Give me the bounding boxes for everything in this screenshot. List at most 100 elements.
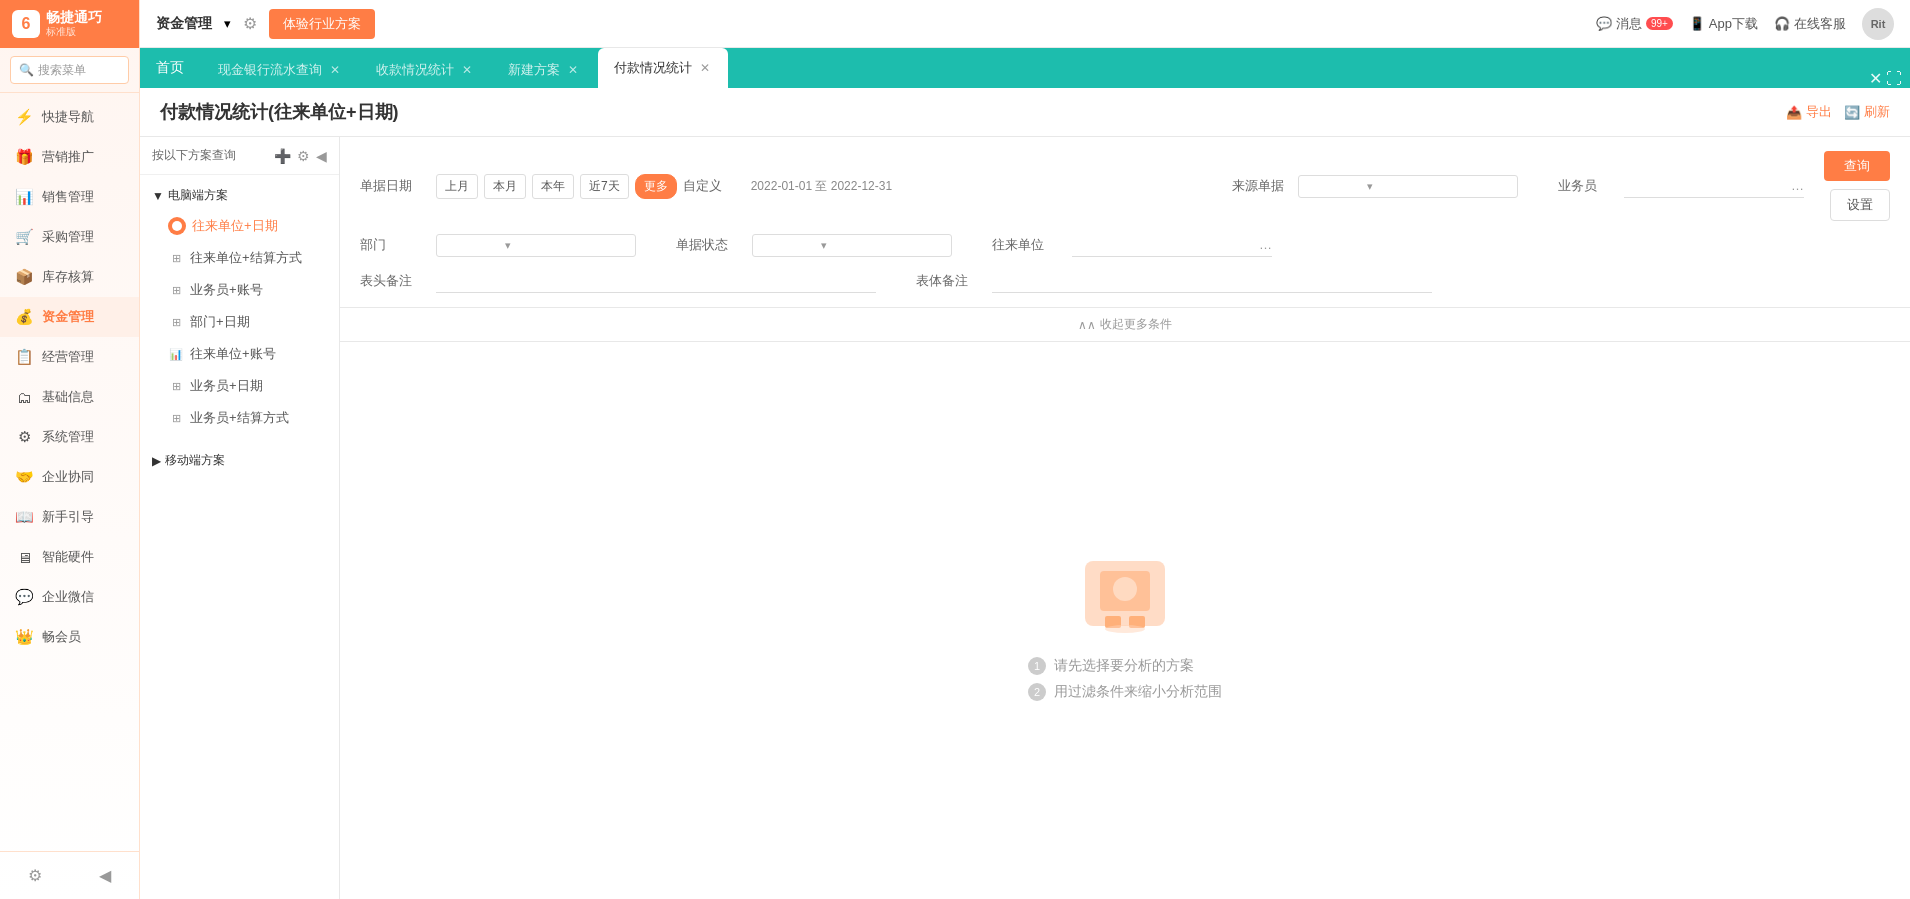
sidebar-collapse-btn[interactable]: ◀ (89, 860, 121, 891)
dept-select[interactable]: ▾ (436, 234, 636, 257)
tab-home[interactable]: 首页 (140, 48, 200, 88)
user-avatar[interactable]: Rit (1862, 8, 1894, 40)
svg-point-5 (1105, 625, 1145, 633)
sidebar-item-member[interactable]: 👑 畅会员 (0, 617, 139, 657)
plan-item-label: 业务员+结算方式 (190, 409, 289, 427)
sidebar-item-enterprise[interactable]: 🤝 企业协同 (0, 457, 139, 497)
message-action[interactable]: 💬 消息 99+ (1596, 15, 1673, 33)
sidebar-item-quick-nav[interactable]: ⚡ 快捷导航 (0, 97, 139, 137)
dept-label: 部门 (360, 236, 416, 254)
hint-text-1: 请先选择要分析的方案 (1054, 657, 1194, 675)
salesman-more-icon[interactable]: … (1791, 178, 1804, 193)
search-icon: 🔍 (19, 63, 34, 77)
refresh-icon: 🔄 (1844, 105, 1860, 120)
sidebar-item-label: 畅会员 (42, 628, 81, 646)
status-label: 单据状态 (676, 236, 732, 254)
logo-name: 畅捷通巧 (46, 9, 102, 26)
trial-btn[interactable]: 体验行业方案 (269, 9, 375, 39)
plan-item-salesman-settle[interactable]: ⊞ 业务员+结算方式 (140, 402, 339, 434)
mobile-group-title[interactable]: ▶ 移动端方案 (140, 446, 339, 475)
finance-icon: 💰 (14, 307, 34, 327)
sidebar-item-basics[interactable]: 🗂 基础信息 (0, 377, 139, 417)
body-note-input[interactable] (992, 269, 1432, 293)
counterpart-more-icon[interactable]: … (1259, 237, 1272, 252)
plan-item-counterpart-date[interactable]: 往来单位+日期 (140, 210, 339, 242)
plan-item-salesman-account[interactable]: ⊞ 业务员+账号 (140, 274, 339, 306)
date-btn-more[interactable]: 更多 (635, 174, 677, 199)
system-icon: ⚙ (14, 427, 34, 447)
mobile-group-arrow: ▶ (152, 454, 161, 468)
message-label: 消息 (1616, 15, 1642, 33)
left-panel-header: 按以下方案查询 ➕ ⚙ ◀ (140, 137, 339, 175)
tab-bank-flow-close[interactable]: ✕ (328, 63, 342, 77)
date-btn-last-month[interactable]: 上月 (436, 174, 478, 199)
topbar-settings-icon[interactable]: ⚙ (243, 14, 257, 33)
status-arrow-icon: ▾ (821, 239, 827, 252)
date-btn-this-year[interactable]: 本年 (532, 174, 574, 199)
tab-receipt-stats[interactable]: 收款情况统计 ✕ (360, 52, 490, 88)
salesman-label: 业务员 (1558, 177, 1614, 195)
left-panel: 按以下方案查询 ➕ ⚙ ◀ ▼ 电脑端方案 (140, 137, 340, 899)
message-badge: 99+ (1646, 17, 1673, 30)
content-area: 付款情况统计(往来单位+日期) 📤 导出 🔄 刷新 (140, 88, 1910, 899)
sidebar-item-operations[interactable]: 📋 经营管理 (0, 337, 139, 377)
sidebar-item-finance[interactable]: 💰 资金管理 (0, 297, 139, 337)
settings-button[interactable]: 设置 (1830, 189, 1890, 221)
page-header-actions: 📤 导出 🔄 刷新 (1786, 103, 1890, 121)
sidebar-item-guide[interactable]: 📖 新手引导 (0, 497, 139, 537)
topbar: 资金管理 ▾ ⚙ 体验行业方案 💬 消息 99+ 📱 App下载 🎧 (140, 0, 1910, 48)
weixin-icon: 💬 (14, 587, 34, 607)
header-note-input[interactable] (436, 269, 876, 293)
empty-state: 1 请先选择要分析的方案 2 用过滤条件来缩小分析范围 (340, 342, 1910, 899)
collapse-bar[interactable]: ∧∧ 收起更多条件 (340, 308, 1910, 342)
app-download-action[interactable]: 📱 App下载 (1689, 15, 1758, 33)
sidebar-search[interactable]: 🔍 搜索菜单 (0, 48, 139, 93)
tab-expand-icon[interactable]: ⛶ (1886, 70, 1902, 88)
sidebar-item-label: 企业微信 (42, 588, 94, 606)
tab-new-plan[interactable]: 新建方案 ✕ (492, 52, 596, 88)
add-plan-icon[interactable]: ➕ (274, 148, 291, 164)
sidebar-item-hardware[interactable]: 🖥 智能硬件 (0, 537, 139, 577)
settings-plan-icon[interactable]: ⚙ (297, 148, 310, 164)
date-btn-7days[interactable]: 近7天 (580, 174, 629, 199)
service-action[interactable]: 🎧 在线客服 (1774, 15, 1846, 33)
filter-actions: 查询 设置 (1824, 151, 1890, 221)
tab-bank-flow[interactable]: 现金银行流水查询 ✕ (202, 52, 358, 88)
tab-payment-stats[interactable]: 付款情况统计 ✕ (598, 48, 728, 88)
plan-item-counterpart-account[interactable]: 📊 往来单位+账号 (140, 338, 339, 370)
topbar-dropdown-icon: ▾ (224, 16, 231, 31)
tab-bank-flow-label: 现金银行流水查询 (218, 61, 322, 79)
collapse-panel-icon[interactable]: ◀ (316, 148, 327, 164)
tab-close-all-icon[interactable]: ✕ (1869, 69, 1882, 88)
sidebar-item-label: 经营管理 (42, 348, 94, 366)
sidebar: 6 畅捷通巧 标准版 🔍 搜索菜单 ⚡ 快捷导航 🎁 营销推广 📊 (0, 0, 140, 899)
sidebar-item-marketing[interactable]: 🎁 营销推广 (0, 137, 139, 177)
date-btn-this-month[interactable]: 本月 (484, 174, 526, 199)
plan-item-grid-icon: ⊞ (168, 282, 184, 298)
plan-item-salesman-date[interactable]: ⊞ 业务员+日期 (140, 370, 339, 402)
query-button[interactable]: 查询 (1824, 151, 1890, 181)
plan-item-dept-date[interactable]: ⊞ 部门+日期 (140, 306, 339, 338)
sidebar-item-purchase[interactable]: 🛒 采购管理 (0, 217, 139, 257)
source-select[interactable]: ▾ (1298, 175, 1518, 198)
tab-receipt-stats-close[interactable]: ✕ (460, 63, 474, 77)
topbar-dropdown[interactable]: ▾ (224, 16, 231, 31)
tab-payment-stats-close[interactable]: ✕ (698, 61, 712, 75)
status-select[interactable]: ▾ (752, 234, 952, 257)
pc-group-title[interactable]: ▼ 电脑端方案 (140, 181, 339, 210)
body-split: 按以下方案查询 ➕ ⚙ ◀ ▼ 电脑端方案 (140, 137, 1910, 899)
search-menu-button[interactable]: 🔍 搜索菜单 (10, 56, 129, 84)
sidebar-item-system[interactable]: ⚙ 系统管理 (0, 417, 139, 457)
topbar-actions: 💬 消息 99+ 📱 App下载 🎧 在线客服 Rit (1596, 8, 1894, 40)
export-btn[interactable]: 📤 导出 (1786, 103, 1832, 121)
sidebar-item-label: 资金管理 (42, 308, 94, 326)
sidebar-item-weixin[interactable]: 💬 企业微信 (0, 577, 139, 617)
plan-item-grid-icon: ⊞ (168, 410, 184, 426)
sidebar-item-inventory[interactable]: 📦 库存核算 (0, 257, 139, 297)
filter-row-2: 部门 ▾ 单据状态 ▾ 往来单位 (360, 233, 1890, 257)
tab-new-plan-close[interactable]: ✕ (566, 63, 580, 77)
refresh-btn[interactable]: 🔄 刷新 (1844, 103, 1890, 121)
sidebar-settings-btn[interactable]: ⚙ (18, 860, 52, 891)
sidebar-item-sales[interactable]: 📊 销售管理 (0, 177, 139, 217)
plan-item-counterpart-settle[interactable]: ⊞ 往来单位+结算方式 (140, 242, 339, 274)
